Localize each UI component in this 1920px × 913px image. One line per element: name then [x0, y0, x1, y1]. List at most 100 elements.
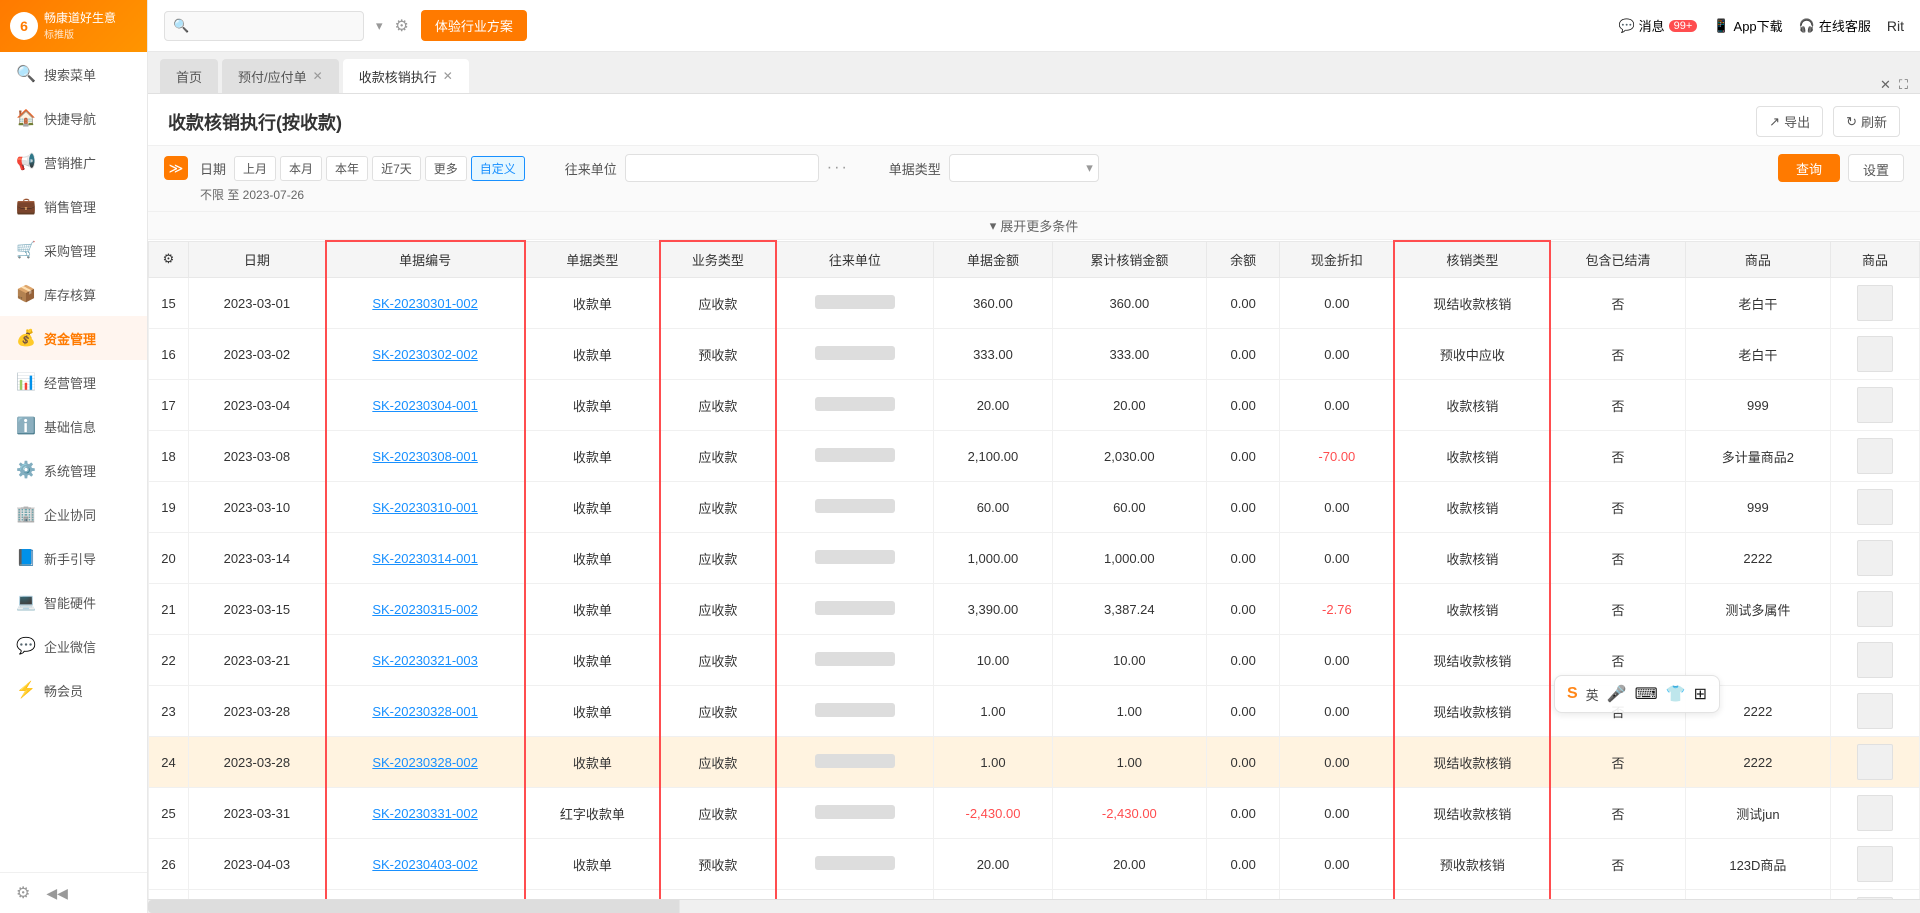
bill-no-link[interactable]: SK-20230302-002	[372, 347, 478, 362]
sidebar-item-operation[interactable]: 📊 经营管理	[0, 360, 147, 404]
scroll-bar-area[interactable]	[148, 899, 1920, 913]
inventory-icon: 📦	[16, 284, 36, 304]
message-item[interactable]: 💬 消息 99+	[1618, 16, 1697, 35]
sidebar-item-inventory[interactable]: 📦 库存核算	[0, 272, 147, 316]
settings-button[interactable]: 设置	[1848, 154, 1904, 182]
content: 收款核销执行(按收款) ↗ 导出 ↻ 刷新 ≫ 日期 上月	[148, 94, 1920, 913]
table-cell[interactable]: SK-20230328-001	[326, 686, 525, 737]
bill-no-link[interactable]: SK-20230321-003	[372, 653, 478, 668]
table-row: 182023-03-08SK-20230308-001收款单应收款2,100.0…	[149, 431, 1920, 482]
table-cell[interactable]: SK-20230310-001	[326, 482, 525, 533]
table-cell[interactable]: SK-20230328-002	[326, 737, 525, 788]
expand-more-button[interactable]: ▾ 展开更多条件	[990, 216, 1079, 235]
table-cell[interactable]: SK-20230321-003	[326, 635, 525, 686]
user-name-item[interactable]: Rit	[1887, 18, 1904, 34]
date-btn-custom[interactable]: 自定义	[471, 156, 525, 181]
sidebar-item-quick-nav[interactable]: 🏠 快捷导航	[0, 96, 147, 140]
table-cell: 2023-03-10	[189, 482, 326, 533]
sidebar-item-marketing[interactable]: 📢 营销推广	[0, 140, 147, 184]
data-table: ⚙ 日期 单据编号 单据类型 业务类型 往来单位 单据金额 累计核销金额	[148, 240, 1920, 899]
headset-icon: 🎧	[1799, 18, 1815, 34]
filter-toggle-button[interactable]: ≫	[164, 156, 188, 180]
sidebar-item-wechat[interactable]: 💬 企业微信	[0, 624, 147, 668]
dropdown-arrow-icon[interactable]: ▾	[376, 18, 383, 34]
date-btn-this-month[interactable]: 本月	[280, 156, 322, 181]
table-cell: -70.00	[1280, 431, 1395, 482]
tab-fullscreen-icon[interactable]: ⛶	[1899, 77, 1908, 93]
app-download-item[interactable]: 📱 App下载	[1713, 16, 1782, 35]
table-cell	[1831, 839, 1920, 890]
date-btn-last-month[interactable]: 上月	[234, 156, 276, 181]
date-btn-this-year[interactable]: 本年	[326, 156, 368, 181]
query-button[interactable]: 查询	[1778, 154, 1840, 182]
bill-type-select[interactable]	[949, 154, 1099, 182]
table-cell[interactable]: SK-20230331-002	[326, 788, 525, 839]
online-service-item[interactable]: 🎧 在线客服	[1799, 16, 1871, 35]
table-cell: 应收款	[660, 278, 775, 329]
table-cell[interactable]: SK-20230403-002	[326, 839, 525, 890]
collapse-icon[interactable]: ◀◀	[46, 885, 68, 902]
sidebar-item-system[interactable]: ⚙️ 系统管理	[0, 448, 147, 492]
table-cell: 0.00	[1207, 890, 1280, 900]
bill-no-link[interactable]: SK-20230403-002	[372, 857, 478, 872]
table-cell: 预收款核销	[1394, 839, 1550, 890]
refresh-button[interactable]: ↻ 刷新	[1833, 106, 1900, 137]
basic-icon: ℹ️	[16, 416, 36, 436]
table-cell	[1831, 890, 1920, 900]
sidebar-item-corp[interactable]: 🏢 企业协同	[0, 492, 147, 536]
table-cell[interactable]: SK-20230408-001	[326, 890, 525, 900]
th-settings[interactable]: ⚙	[149, 241, 189, 278]
bill-no-link[interactable]: SK-20230304-001	[372, 398, 478, 413]
sidebar-item-member[interactable]: ⚡ 畅会员	[0, 668, 147, 712]
sidebar-item-hardware[interactable]: 💻 智能硬件	[0, 580, 147, 624]
table-cell: 现结收款核销	[1394, 737, 1550, 788]
table-cell: 现结收款核销	[1394, 635, 1550, 686]
sidebar-item-purchase[interactable]: 🛒 采购管理	[0, 228, 147, 272]
date-btn-7days[interactable]: 近7天	[372, 156, 421, 181]
industry-solution-button[interactable]: 体验行业方案	[421, 10, 527, 41]
header-search-box[interactable]: 🔍	[164, 11, 364, 41]
tab-close-all-icon[interactable]: ✕	[1880, 77, 1891, 93]
gear-icon[interactable]: ⚙	[395, 16, 409, 36]
table-cell[interactable]: SK-20230304-001	[326, 380, 525, 431]
column-settings-icon[interactable]: ⚙	[163, 251, 175, 266]
table-cell[interactable]: SK-20230302-002	[326, 329, 525, 380]
partner-filter-input[interactable]	[625, 154, 819, 182]
sidebar-item-capital[interactable]: 💰 资金管理	[0, 316, 147, 360]
sidebar-item-search[interactable]: 🔍 搜索菜单	[0, 52, 147, 96]
tab-collect[interactable]: 收款核销执行 ✕	[343, 59, 469, 93]
sidebar-item-sales[interactable]: 💼 销售管理	[0, 184, 147, 228]
tab-bar: 首页 预付/应付单 ✕ 收款核销执行 ✕ ✕ ⛶	[148, 52, 1920, 94]
bill-no-link[interactable]: SK-20230301-002	[372, 296, 478, 311]
bill-no-link[interactable]: SK-20230314-001	[372, 551, 478, 566]
tab-collect-close-icon[interactable]: ✕	[443, 69, 453, 83]
export-button[interactable]: ↗ 导出	[1756, 106, 1823, 137]
table-cell[interactable]: SK-20230315-002	[326, 584, 525, 635]
settings-icon[interactable]: ⚙	[16, 883, 30, 903]
bill-no-link[interactable]: SK-20230328-002	[372, 755, 478, 770]
table-cell[interactable]: SK-20230301-002	[326, 278, 525, 329]
tab-prepay[interactable]: 预付/应付单 ✕	[222, 59, 339, 93]
th-partner: 往来单位	[776, 241, 934, 278]
bill-no-link[interactable]: SK-20230328-001	[372, 704, 478, 719]
expand-more-bar: ▾ 展开更多条件	[148, 212, 1920, 240]
sidebar-item-guide[interactable]: 📘 新手引导	[0, 536, 147, 580]
table-cell	[776, 686, 934, 737]
table-cell: 0.00	[1280, 890, 1395, 900]
hardware-icon: 💻	[16, 592, 36, 612]
table-cell[interactable]: SK-20230314-001	[326, 533, 525, 584]
table-cell: 15	[149, 278, 189, 329]
sidebar-item-basic[interactable]: ℹ️ 基础信息	[0, 404, 147, 448]
table-cell[interactable]: SK-20230308-001	[326, 431, 525, 482]
bill-no-link[interactable]: SK-20230308-001	[372, 449, 478, 464]
bill-no-link[interactable]: SK-20230310-001	[372, 500, 478, 515]
table-cell	[1685, 635, 1830, 686]
table-cell: 测试多属件	[1685, 584, 1830, 635]
tab-home[interactable]: 首页	[160, 59, 218, 93]
table-cell: 0.00	[1207, 737, 1280, 788]
bill-no-link[interactable]: SK-20230315-002	[372, 602, 478, 617]
table-cell: 360.00	[934, 278, 1052, 329]
tab-prepay-close-icon[interactable]: ✕	[313, 69, 323, 83]
bill-no-link[interactable]: SK-20230331-002	[372, 806, 478, 821]
date-btn-more[interactable]: 更多	[425, 156, 467, 181]
